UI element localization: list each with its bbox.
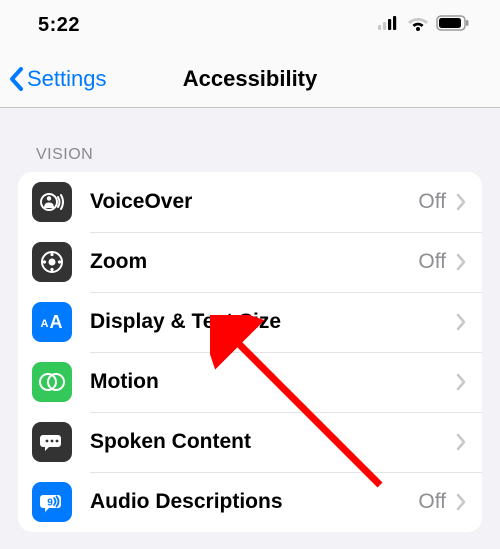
row-display-text-size[interactable]: AA Display & Text Size <box>18 292 482 352</box>
motion-icon <box>32 362 72 402</box>
row-value: Off <box>418 490 446 514</box>
status-time: 5:22 <box>38 14 80 37</box>
display-text-size-icon: AA <box>32 302 72 342</box>
row-label: VoiceOver <box>90 190 418 214</box>
audio-descriptions-icon: 9 <box>32 482 72 522</box>
row-value: Off <box>418 250 446 274</box>
voiceover-icon <box>32 182 72 222</box>
cellular-icon <box>378 16 400 35</box>
back-label: Settings <box>27 66 107 92</box>
battery-icon <box>436 15 470 36</box>
svg-text:9: 9 <box>47 498 53 509</box>
chevron-right-icon <box>456 193 466 211</box>
row-spoken-content[interactable]: Spoken Content <box>18 412 482 472</box>
settings-list: VoiceOver Off Zoom Off <box>18 172 482 532</box>
chevron-right-icon <box>456 313 466 331</box>
status-icons <box>378 15 470 36</box>
row-label: Display & Text Size <box>90 310 456 334</box>
row-label: Spoken Content <box>90 430 456 454</box>
nav-bar: Settings Accessibility <box>0 50 500 108</box>
zoom-icon <box>32 242 72 282</box>
spoken-content-icon <box>32 422 72 462</box>
row-audio-descriptions[interactable]: 9 Audio Descriptions Off <box>18 472 482 532</box>
row-label: Zoom <box>90 250 418 274</box>
chevron-right-icon <box>456 373 466 391</box>
wifi-icon <box>407 15 429 36</box>
row-zoom[interactable]: Zoom Off <box>18 232 482 292</box>
status-bar: 5:22 <box>0 0 500 50</box>
chevron-right-icon <box>456 433 466 451</box>
row-voiceover[interactable]: VoiceOver Off <box>18 172 482 232</box>
chevron-right-icon <box>456 253 466 271</box>
content: VISION VoiceOver Off <box>0 108 500 532</box>
chevron-left-icon <box>8 66 26 92</box>
chevron-right-icon <box>456 493 466 511</box>
section-header-vision: VISION <box>18 108 482 172</box>
row-value: Off <box>418 190 446 214</box>
row-label: Motion <box>90 370 456 394</box>
back-button[interactable]: Settings <box>8 66 107 92</box>
row-motion[interactable]: Motion <box>18 352 482 412</box>
row-label: Audio Descriptions <box>90 490 418 514</box>
